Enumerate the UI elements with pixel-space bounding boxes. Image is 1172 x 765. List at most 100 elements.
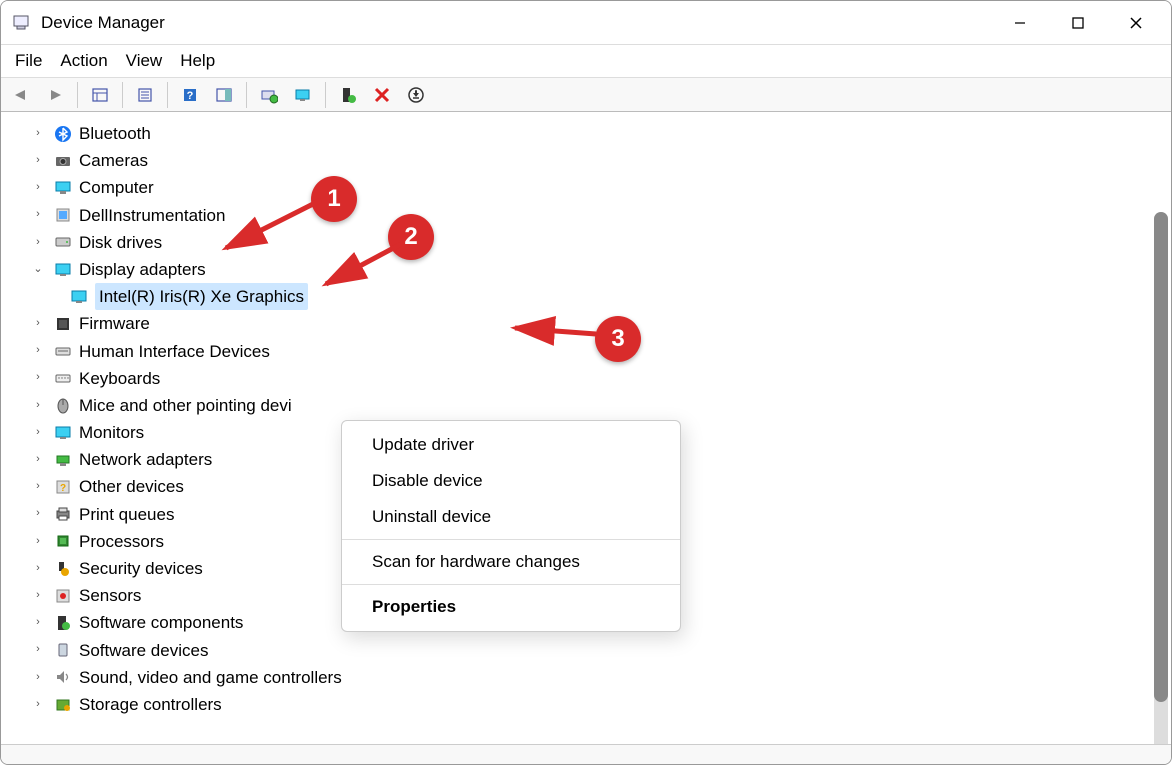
help-button[interactable]: ? bbox=[176, 82, 204, 108]
maximize-button[interactable] bbox=[1049, 2, 1107, 44]
chevron-right-icon[interactable]: › bbox=[29, 505, 47, 523]
enable-device-button[interactable] bbox=[334, 82, 362, 108]
chevron-right-icon[interactable]: › bbox=[29, 369, 47, 387]
window-title: Device Manager bbox=[41, 13, 991, 33]
tree-node-disk-drives[interactable]: › Disk drives bbox=[29, 229, 1171, 256]
keyboard-icon bbox=[53, 368, 73, 388]
tree-node-mice[interactable]: › Mice and other pointing devi bbox=[29, 392, 1171, 419]
tree-label: Other devices bbox=[79, 473, 184, 500]
chevron-right-icon[interactable]: › bbox=[29, 668, 47, 686]
tree-label: Sensors bbox=[79, 582, 141, 609]
chevron-right-icon[interactable]: › bbox=[29, 614, 47, 632]
minimize-button[interactable] bbox=[991, 2, 1049, 44]
menu-view[interactable]: View bbox=[126, 51, 163, 71]
chevron-right-icon[interactable]: › bbox=[29, 587, 47, 605]
scrollbar-thumb[interactable] bbox=[1154, 212, 1168, 702]
tree-node-storage[interactable]: › Storage controllers bbox=[29, 691, 1171, 718]
processor-icon bbox=[53, 531, 73, 551]
chevron-right-icon[interactable]: › bbox=[29, 233, 47, 251]
scan-hardware-button[interactable] bbox=[255, 82, 283, 108]
chevron-right-icon[interactable]: › bbox=[29, 152, 47, 170]
title-bar: Device Manager bbox=[1, 1, 1171, 45]
tree-node-intel-graphics[interactable]: Intel(R) Iris(R) Xe Graphics bbox=[69, 283, 1171, 310]
annotation-bubble-3: 3 bbox=[595, 316, 641, 362]
back-button[interactable] bbox=[7, 82, 35, 108]
device-tree-area: › Bluetooth › Cameras › Computer › DellI… bbox=[1, 112, 1171, 744]
chevron-right-icon[interactable]: › bbox=[29, 532, 47, 550]
chevron-right-icon[interactable]: › bbox=[29, 424, 47, 442]
properties-button[interactable] bbox=[131, 82, 159, 108]
tree-label: Storage controllers bbox=[79, 691, 222, 718]
tree-label: Software components bbox=[79, 609, 243, 636]
menu-file[interactable]: File bbox=[15, 51, 42, 71]
chevron-right-icon[interactable]: › bbox=[29, 125, 47, 143]
tree-node-dellinstrumentation[interactable]: › DellInstrumentation bbox=[29, 202, 1171, 229]
monitor-icon bbox=[53, 423, 73, 443]
chevron-right-icon[interactable]: › bbox=[29, 396, 47, 414]
vertical-scrollbar[interactable] bbox=[1154, 212, 1168, 744]
chevron-right-icon[interactable]: › bbox=[29, 641, 47, 659]
forward-button[interactable] bbox=[41, 82, 69, 108]
chevron-right-icon[interactable]: › bbox=[29, 696, 47, 714]
chevron-right-icon[interactable]: › bbox=[29, 179, 47, 197]
device-manager-window: Device Manager File Action View Help ? bbox=[0, 0, 1172, 765]
tree-label: Monitors bbox=[79, 419, 144, 446]
tree-node-software-devices[interactable]: › Software devices bbox=[29, 637, 1171, 664]
tree-label: Keyboards bbox=[79, 365, 160, 392]
tree-label: Mice and other pointing devi bbox=[79, 392, 292, 419]
tree-node-keyboards[interactable]: › Keyboards bbox=[29, 365, 1171, 392]
context-menu-uninstall-device[interactable]: Uninstall device bbox=[342, 499, 680, 535]
menu-action[interactable]: Action bbox=[60, 51, 107, 71]
chevron-down-icon[interactable]: ⌄ bbox=[29, 261, 47, 279]
menu-bar: File Action View Help bbox=[1, 45, 1171, 78]
tree-label-selected: Intel(R) Iris(R) Xe Graphics bbox=[95, 283, 308, 310]
display-adapter-icon bbox=[69, 287, 89, 307]
display-adapter-icon bbox=[53, 260, 73, 280]
chevron-right-icon[interactable]: › bbox=[29, 315, 47, 333]
tree-label: Disk drives bbox=[79, 229, 162, 256]
sensor-icon bbox=[53, 586, 73, 606]
context-menu-properties[interactable]: Properties bbox=[342, 589, 680, 625]
tree-label: Print queues bbox=[79, 501, 174, 528]
svg-text:?: ? bbox=[60, 483, 66, 494]
update-driver-button[interactable] bbox=[289, 82, 317, 108]
chevron-right-icon[interactable]: › bbox=[29, 342, 47, 360]
context-menu-separator bbox=[342, 584, 680, 585]
tree-node-cameras[interactable]: › Cameras bbox=[29, 147, 1171, 174]
security-device-icon bbox=[53, 559, 73, 579]
tree-node-sound[interactable]: › Sound, video and game controllers bbox=[29, 664, 1171, 691]
computer-icon bbox=[53, 178, 73, 198]
show-hide-console-tree-button[interactable] bbox=[86, 82, 114, 108]
menu-help[interactable]: Help bbox=[180, 51, 215, 71]
camera-icon bbox=[53, 151, 73, 171]
chevron-right-icon[interactable]: › bbox=[29, 206, 47, 224]
chevron-right-icon[interactable]: › bbox=[29, 451, 47, 469]
bluetooth-icon bbox=[53, 124, 73, 144]
tree-node-display-adapters[interactable]: ⌄ Display adapters bbox=[29, 256, 1171, 283]
annotation-bubble-1: 1 bbox=[311, 176, 357, 222]
toolbar-separator bbox=[246, 82, 247, 108]
uninstall-device-button[interactable] bbox=[368, 82, 396, 108]
svg-text:?: ? bbox=[187, 90, 194, 102]
tree-node-bluetooth[interactable]: › Bluetooth bbox=[29, 120, 1171, 147]
tree-label: Sound, video and game controllers bbox=[79, 664, 342, 691]
storage-controller-icon bbox=[53, 695, 73, 715]
chevron-right-icon[interactable]: › bbox=[29, 478, 47, 496]
tree-label: Processors bbox=[79, 528, 164, 555]
disable-device-button[interactable] bbox=[402, 82, 430, 108]
context-menu-scan-hardware[interactable]: Scan for hardware changes bbox=[342, 544, 680, 580]
close-button[interactable] bbox=[1107, 2, 1165, 44]
tree-label: Display adapters bbox=[79, 256, 206, 283]
context-menu-update-driver[interactable]: Update driver bbox=[342, 427, 680, 463]
network-adapter-icon bbox=[53, 450, 73, 470]
tree-node-computer[interactable]: › Computer bbox=[29, 174, 1171, 201]
annotation-bubble-2: 2 bbox=[388, 214, 434, 260]
context-menu-disable-device[interactable]: Disable device bbox=[342, 463, 680, 499]
chevron-right-icon[interactable]: › bbox=[29, 560, 47, 578]
action-pane-button[interactable] bbox=[210, 82, 238, 108]
tree-label: Security devices bbox=[79, 555, 203, 582]
tree-label: DellInstrumentation bbox=[79, 202, 225, 229]
status-bar bbox=[1, 744, 1171, 764]
context-menu-separator bbox=[342, 539, 680, 540]
other-devices-icon: ? bbox=[53, 477, 73, 497]
